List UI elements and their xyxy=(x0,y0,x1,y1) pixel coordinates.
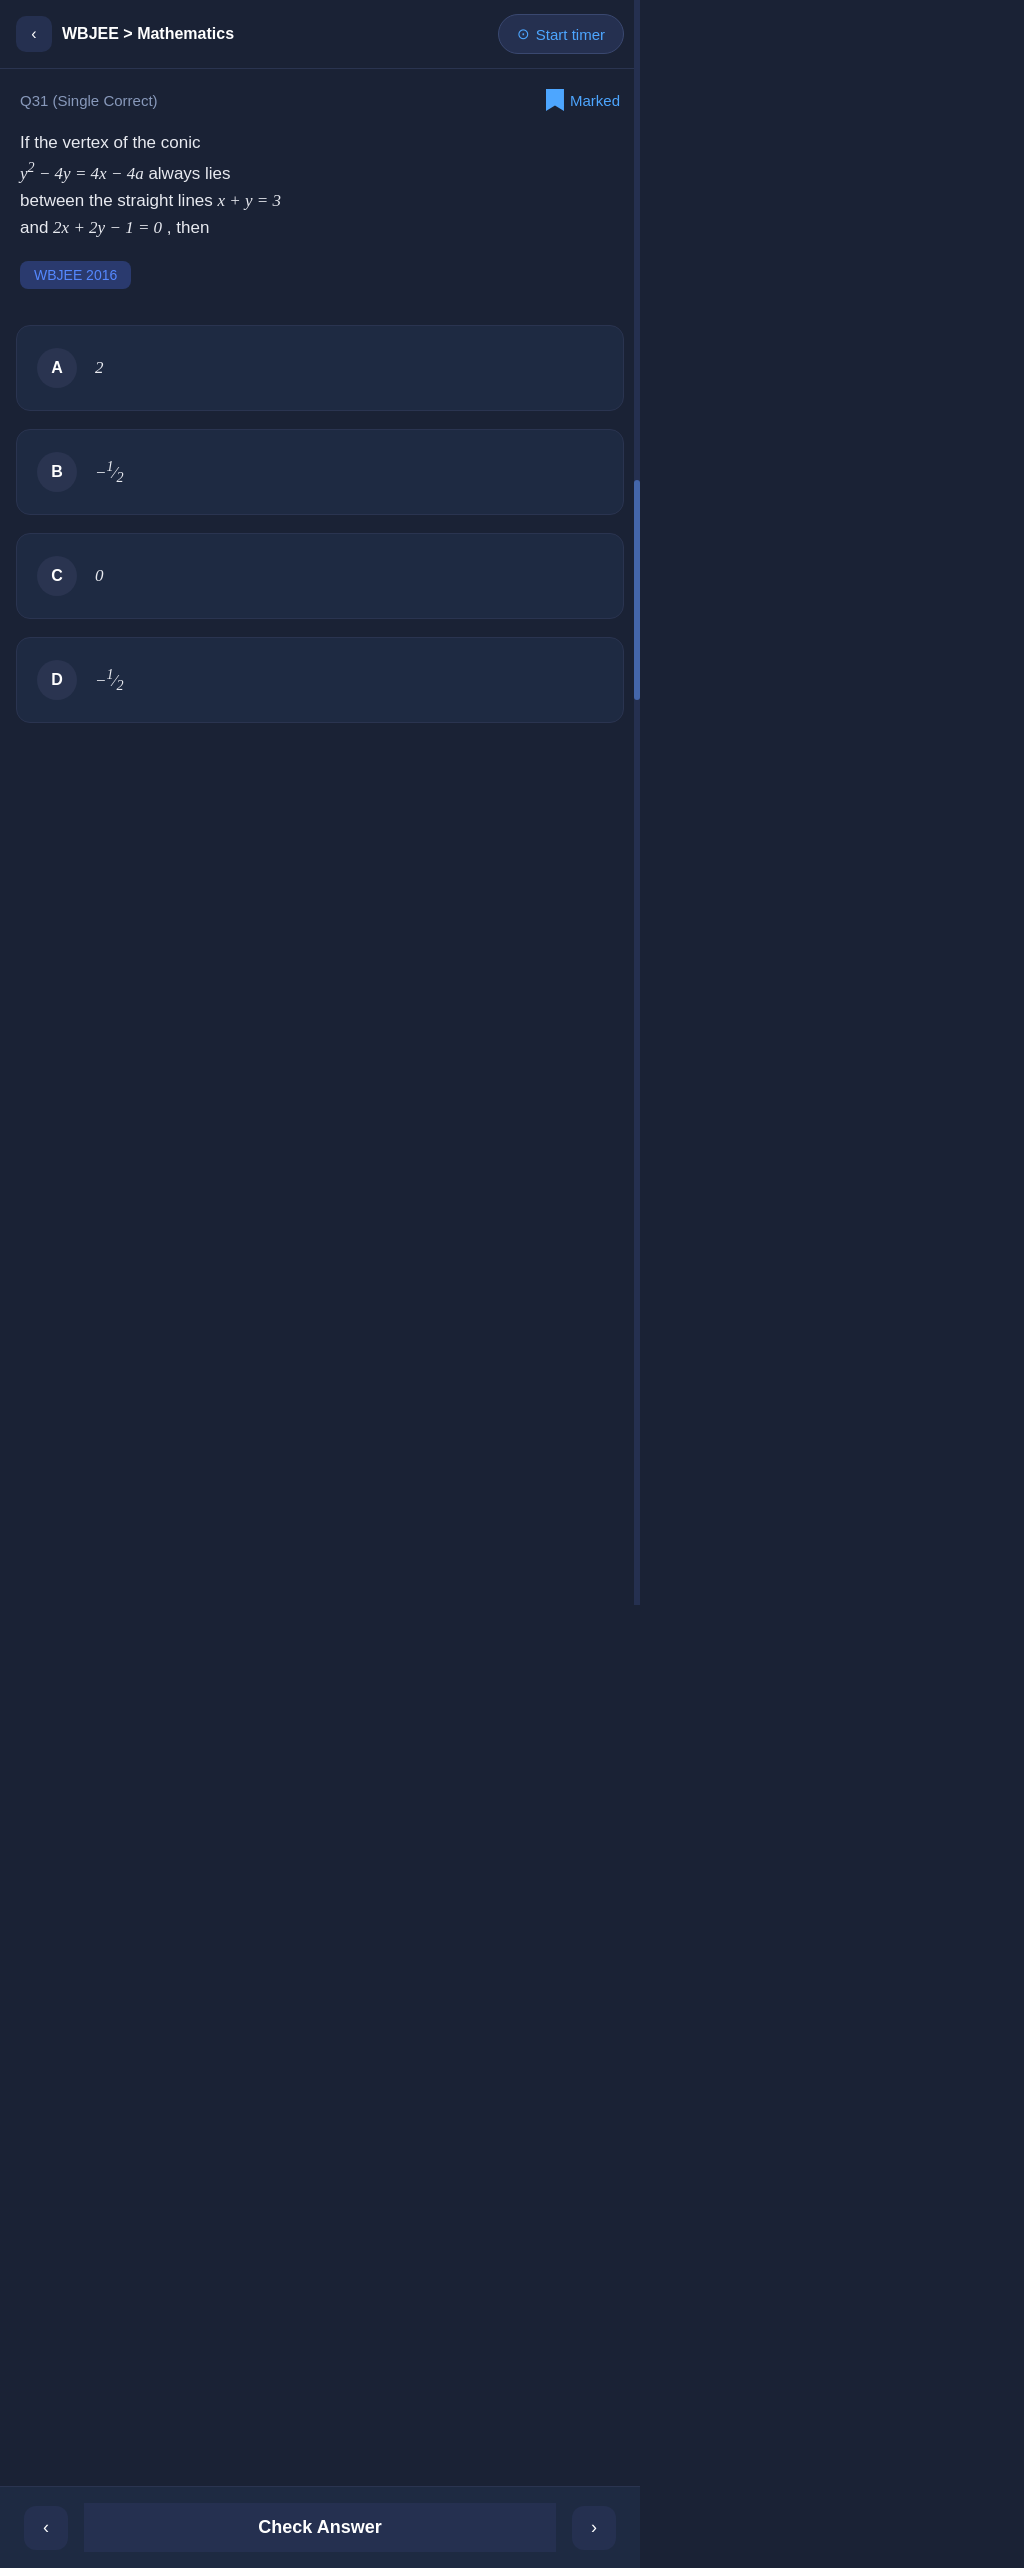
option-c[interactable]: C 0 xyxy=(16,533,624,619)
question-tag: WBJEE 2016 xyxy=(20,261,131,289)
question-line2: y2 − 4y = 4x − 4a xyxy=(20,164,144,183)
option-b[interactable]: B −1⁄2 xyxy=(16,429,624,515)
option-c-text: 0 xyxy=(95,566,104,586)
question-line4b: , then xyxy=(167,218,210,237)
header: ‹ WBJEE > Mathematics ⊙ Start timer xyxy=(0,0,640,69)
option-c-label: C xyxy=(37,556,77,596)
question-line2b: always lies xyxy=(148,164,230,183)
back-button[interactable]: ‹ xyxy=(16,16,52,52)
bottom-spacer xyxy=(0,743,640,823)
timer-icon: ⊙ xyxy=(517,25,530,43)
question-area: Q31 (Single Correct) Marked If the verte… xyxy=(0,69,640,305)
bookmark-icon xyxy=(546,89,564,111)
option-d-text: −1⁄2 xyxy=(95,666,123,694)
scrollbar-thumb[interactable] xyxy=(634,480,640,700)
option-d-label: D xyxy=(37,660,77,700)
question-line3-math: x + y = 3 xyxy=(218,191,282,210)
marked-label: Marked xyxy=(570,92,620,109)
question-line1: If the vertex of the conic xyxy=(20,133,200,152)
question-text: If the vertex of the conic y2 − 4y = 4x … xyxy=(20,129,620,241)
question-meta: Q31 (Single Correct) Marked xyxy=(20,89,620,111)
question-line4: and xyxy=(20,218,53,237)
option-b-label: B xyxy=(37,452,77,492)
question-line4-math: 2x + 2y − 1 = 0 xyxy=(53,218,162,237)
option-a-label: A xyxy=(37,348,77,388)
option-d[interactable]: D −1⁄2 xyxy=(16,637,624,723)
options-area: A 2 B −1⁄2 C 0 D −1⁄2 xyxy=(0,305,640,743)
back-icon: ‹ xyxy=(31,25,36,43)
header-left: ‹ WBJEE > Mathematics xyxy=(16,16,234,52)
question-number: Q31 (Single Correct) xyxy=(20,92,158,109)
option-b-text: −1⁄2 xyxy=(95,458,123,486)
breadcrumb: WBJEE > Mathematics xyxy=(62,25,234,43)
timer-label: Start timer xyxy=(536,26,605,43)
question-line3: between the straight lines xyxy=(20,191,218,210)
start-timer-button[interactable]: ⊙ Start timer xyxy=(498,14,624,54)
option-a[interactable]: A 2 xyxy=(16,325,624,411)
option-a-text: 2 xyxy=(95,358,104,378)
scrollbar-track xyxy=(634,0,640,1605)
marked-badge: Marked xyxy=(546,89,620,111)
